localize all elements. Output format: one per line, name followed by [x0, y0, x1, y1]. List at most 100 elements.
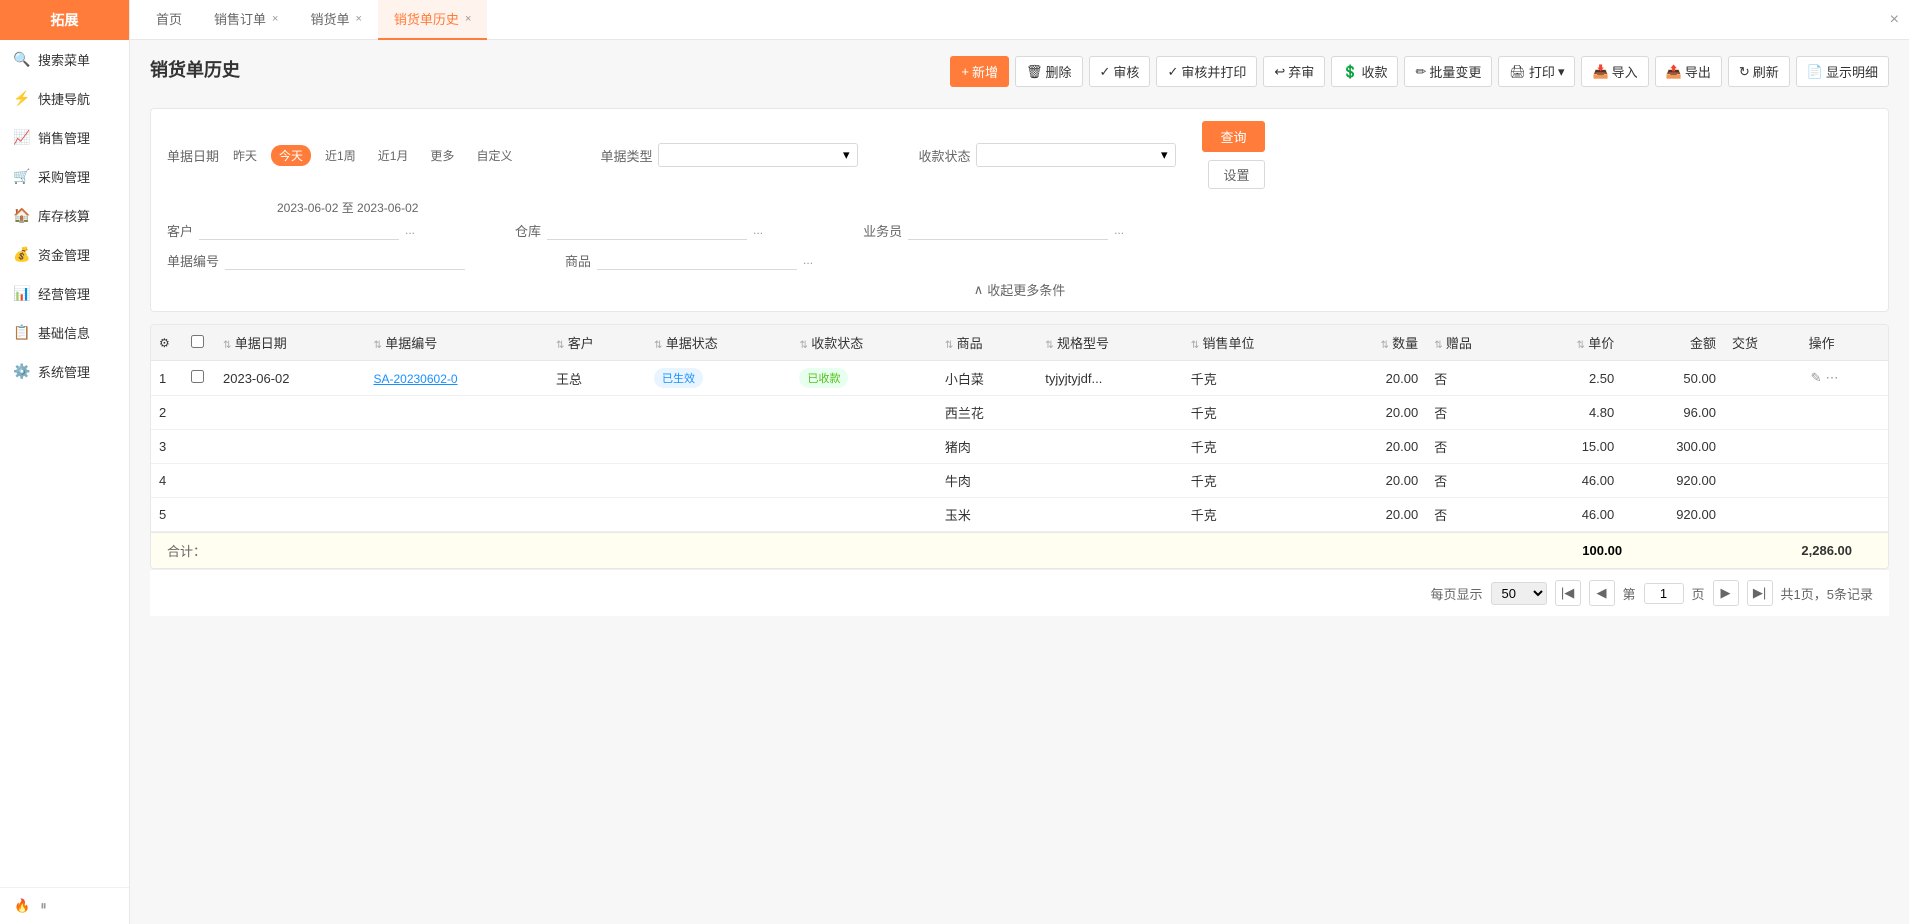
- query-button[interactable]: 查询: [1202, 121, 1264, 152]
- customer-dots[interactable]: ...: [405, 223, 415, 237]
- set-button[interactable]: 设置: [1208, 160, 1264, 189]
- sidebar-bottom-icon1[interactable]: 🔥: [14, 898, 30, 914]
- print-dropdown-icon: ▾: [1558, 64, 1565, 80]
- sys-mgmt-icon: ⚙️: [14, 364, 30, 380]
- row-unit-price: 4.80: [1524, 396, 1622, 430]
- staff-dots[interactable]: ...: [1114, 223, 1124, 237]
- col-doc-status[interactable]: ⇅ 单据状态: [646, 325, 791, 361]
- row-spec: [1037, 396, 1182, 430]
- tab-home[interactable]: 首页: [140, 0, 198, 40]
- payment-status-select[interactable]: ▾: [976, 143, 1176, 167]
- table-row: 2 西兰花 千克 20.00 否 4.80 96.00: [151, 396, 1888, 430]
- tab-bar-close[interactable]: ×: [1890, 11, 1899, 29]
- table-row: 1 2023-06-02 SA-20230602-0 王总 已生效 已收款 小白…: [151, 361, 1888, 396]
- goods-dots[interactable]: ...: [803, 253, 813, 267]
- col-unit-price[interactable]: ⇅ 单价: [1524, 325, 1622, 361]
- col-customer[interactable]: ⇅ 客户: [548, 325, 646, 361]
- page-number-input[interactable]: [1644, 583, 1684, 604]
- tab-sales-delivery[interactable]: 销货单 ×: [294, 0, 377, 40]
- tab-sales-delivery-history-label: 销货单历史: [394, 9, 459, 28]
- more-action-icon[interactable]: ⋯: [1825, 370, 1838, 385]
- row-doc-status: [646, 396, 791, 430]
- tab-sales-order-close[interactable]: ×: [272, 13, 278, 25]
- col-doc-date[interactable]: ⇅ 单据日期: [215, 325, 365, 361]
- date-tag-more[interactable]: 更多: [422, 145, 462, 166]
- show-detail-button[interactable]: 📄 显示明细: [1796, 56, 1889, 87]
- batch-change-button[interactable]: ✏ 批量变更: [1404, 56, 1492, 87]
- sidebar-item-ops-mgmt[interactable]: 📊 经营管理: [0, 274, 129, 313]
- row-checkbox[interactable]: [191, 370, 204, 383]
- sidebar-item-sys-mgmt[interactable]: ⚙️ 系统管理: [0, 352, 129, 391]
- delete-button[interactable]: 🗑 删除: [1015, 56, 1083, 87]
- row-customer: [548, 464, 646, 498]
- export-button[interactable]: 📤 导出: [1655, 56, 1722, 87]
- sidebar-item-quick-nav[interactable]: ⚡ 快捷导航: [0, 79, 129, 118]
- first-page-button[interactable]: |◀: [1555, 580, 1581, 606]
- ops-mgmt-icon: 📊: [14, 286, 30, 302]
- payment-status-label: 收款状态: [918, 146, 970, 165]
- doc-number-input[interactable]: [225, 250, 465, 270]
- tab-sales-delivery-label: 销货单: [310, 9, 349, 28]
- col-gift[interactable]: ⇅ 赠品: [1426, 325, 1524, 361]
- sidebar-item-capital-mgmt[interactable]: 💰 资金管理: [0, 235, 129, 274]
- staff-input[interactable]: [908, 220, 1108, 240]
- sidebar-item-search-menu[interactable]: 🔍 搜索菜单: [0, 40, 129, 79]
- date-tag-custom[interactable]: 自定义: [468, 145, 520, 166]
- filter-doc-type: 单据类型 ▾: [600, 143, 858, 167]
- row-action: [1801, 396, 1888, 430]
- last-page-button[interactable]: ▶|: [1747, 580, 1773, 606]
- col-qty[interactable]: ⇅ 数量: [1328, 325, 1426, 361]
- goods-input[interactable]: [597, 250, 797, 270]
- col-checkbox: [183, 325, 215, 361]
- page-size-select[interactable]: 50 20 100: [1491, 582, 1547, 605]
- row-amount: 300.00: [1622, 430, 1724, 464]
- sidebar-item-inventory[interactable]: 🏠 库存核算: [0, 196, 129, 235]
- sidebar-item-basic-info[interactable]: 📋 基础信息: [0, 313, 129, 352]
- date-tag-yesterday[interactable]: 昨天: [225, 145, 265, 166]
- select-all-checkbox[interactable]: [191, 335, 204, 348]
- new-button[interactable]: + 新增: [950, 56, 1009, 87]
- sidebar-bottom-icon2[interactable]: ⏸: [40, 898, 47, 914]
- row-spec: tyjyjtyjdf...: [1037, 361, 1182, 396]
- customer-input[interactable]: [199, 220, 399, 240]
- date-tag-today[interactable]: 今天: [271, 145, 311, 166]
- warehouse-dots[interactable]: ...: [753, 223, 763, 237]
- review-print-button[interactable]: ✓ 审核并打印: [1156, 56, 1257, 87]
- doc-number-link[interactable]: SA-20230602-0: [373, 372, 457, 386]
- page-title: 销货单历史: [150, 56, 240, 82]
- col-amount[interactable]: 金额: [1622, 325, 1724, 361]
- col-payment-status[interactable]: ⇅ 收款状态: [791, 325, 936, 361]
- collect-button[interactable]: 💲 收款: [1331, 56, 1398, 87]
- review-button[interactable]: ✓ 审核: [1089, 56, 1151, 87]
- col-settings[interactable]: ⚙: [151, 325, 183, 361]
- tab-sales-delivery-history-close[interactable]: ×: [465, 13, 471, 25]
- show-detail-icon: 📄: [1807, 64, 1823, 80]
- date-tag-last7[interactable]: 近1周: [317, 145, 364, 166]
- sidebar-item-purchase-mgmt[interactable]: 🛒 采购管理: [0, 157, 129, 196]
- abandon-button[interactable]: ↩ 弃审: [1263, 56, 1325, 87]
- tab-sales-delivery-close[interactable]: ×: [355, 13, 361, 25]
- col-doc-number[interactable]: ⇅ 单据编号: [365, 325, 548, 361]
- col-goods[interactable]: ⇅ 商品: [937, 325, 1037, 361]
- doc-type-select[interactable]: ▾: [658, 143, 858, 167]
- sidebar-item-sales-mgmt[interactable]: 📈 销售管理: [0, 118, 129, 157]
- refresh-button[interactable]: ↻ 刷新: [1728, 56, 1790, 87]
- row-transaction: [1724, 361, 1801, 396]
- import-button[interactable]: 📥 导入: [1581, 56, 1648, 87]
- tab-sales-order[interactable]: 销售订单 ×: [198, 0, 294, 40]
- warehouse-input[interactable]: [547, 220, 747, 240]
- edit-action-icon[interactable]: ✎: [1811, 370, 1822, 385]
- tab-sales-delivery-history[interactable]: 销货单历史 ×: [378, 0, 487, 40]
- payment-status-badge: 已收款: [799, 368, 848, 388]
- collapse-button[interactable]: ∧ 收起更多条件: [167, 280, 1872, 299]
- print-button[interactable]: 🖨 打印 ▾: [1498, 56, 1575, 87]
- date-tag-last-month[interactable]: 近1月: [370, 145, 417, 166]
- data-table-container: ⚙ ⇅ 单据日期 ⇅ 单据编号 ⇅ 客户 ⇅ 单据状态 ⇅ 收款状态 ⇅ 商品 …: [150, 324, 1889, 569]
- sidebar-item-label: 库存核算: [38, 206, 90, 225]
- prev-page-button[interactable]: ◀: [1589, 580, 1615, 606]
- col-unit[interactable]: ⇅ 销售单位: [1183, 325, 1328, 361]
- sidebar: 拓展 🔍 搜索菜单 ⚡ 快捷导航 📈 销售管理 🛒 采购管理 🏠 库存核算 💰 …: [0, 0, 130, 924]
- next-page-button[interactable]: ▶: [1713, 580, 1739, 606]
- col-spec[interactable]: ⇅ 规格型号: [1037, 325, 1182, 361]
- row-payment-status: [791, 464, 936, 498]
